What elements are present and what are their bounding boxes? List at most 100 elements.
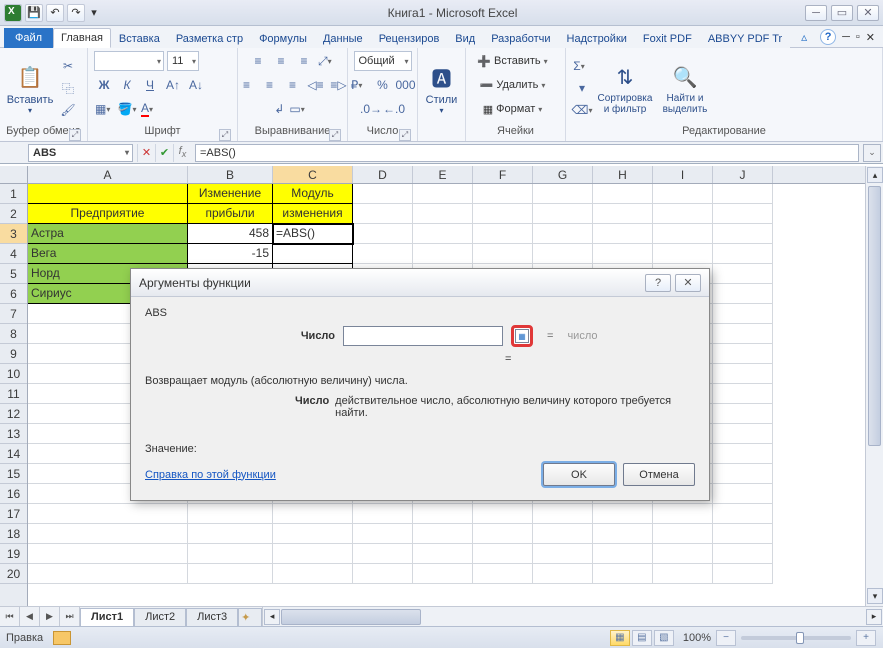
- sheet-tab-1[interactable]: Лист1: [80, 608, 134, 626]
- cell-B20[interactable]: [188, 564, 273, 584]
- view-pagebreak-button[interactable]: ▧: [654, 630, 674, 646]
- cell-J1[interactable]: [713, 184, 773, 204]
- percent-button[interactable]: %: [373, 75, 393, 95]
- tab-pagelayout[interactable]: Разметка стр: [168, 29, 251, 48]
- delete-cells-button[interactable]: ➖Удалить▾: [476, 75, 556, 95]
- cell-D19[interactable]: [353, 544, 413, 564]
- merge-cells[interactable]: ▭▾: [288, 99, 311, 119]
- tab-data[interactable]: Данные: [315, 29, 371, 48]
- sheet-nav-last[interactable]: ⏭: [60, 607, 80, 626]
- cell-E18[interactable]: [413, 524, 473, 544]
- minimize-button[interactable]: ─: [805, 5, 827, 21]
- column-header-B[interactable]: B: [188, 166, 273, 183]
- close-button[interactable]: ✕: [857, 5, 879, 21]
- cell-H19[interactable]: [593, 544, 653, 564]
- zoom-out-button[interactable]: −: [716, 630, 736, 646]
- cell-E4[interactable]: [413, 244, 473, 264]
- cell-J8[interactable]: [713, 324, 773, 344]
- cell-B18[interactable]: [188, 524, 273, 544]
- clipboard-launcher[interactable]: ⤢: [69, 129, 81, 141]
- styles-button[interactable]: 🅰 Стили ▾: [424, 55, 459, 121]
- cell-J7[interactable]: [713, 304, 773, 324]
- cell-H18[interactable]: [593, 524, 653, 544]
- orientation[interactable]: ⤢▾: [317, 51, 337, 71]
- cell-A4[interactable]: Вега: [28, 244, 188, 264]
- cell-J14[interactable]: [713, 444, 773, 464]
- cell-F3[interactable]: [473, 224, 533, 244]
- cell-B4[interactable]: -15: [188, 244, 273, 264]
- autosum-button[interactable]: Σ▾: [572, 56, 592, 76]
- dialog-close-button[interactable]: ✕: [675, 274, 701, 292]
- row-header-1[interactable]: 1: [0, 184, 27, 204]
- column-header-D[interactable]: D: [353, 166, 413, 183]
- row-header-11[interactable]: 11: [0, 384, 27, 404]
- tab-developer[interactable]: Разработчи: [483, 29, 558, 48]
- shrink-font-button[interactable]: A↓: [186, 75, 206, 95]
- fill-color-button[interactable]: 🪣▾: [117, 99, 137, 119]
- increase-indent[interactable]: ≡▷: [329, 75, 349, 95]
- find-select-button[interactable]: 🔍 Найти и выделить: [658, 55, 712, 121]
- font-size-combo[interactable]: 11: [167, 51, 199, 71]
- zoom-slider[interactable]: [741, 636, 851, 640]
- cell-J2[interactable]: [713, 204, 773, 224]
- cell-B17[interactable]: [188, 504, 273, 524]
- cell-I19[interactable]: [653, 544, 713, 564]
- cell-C20[interactable]: [273, 564, 353, 584]
- dialog-arg-input[interactable]: [343, 326, 503, 346]
- comma-button[interactable]: 000: [396, 75, 416, 95]
- align-middle[interactable]: ≡: [271, 51, 291, 71]
- cell-G19[interactable]: [533, 544, 593, 564]
- tab-foxit[interactable]: Foxit PDF: [635, 29, 700, 48]
- name-box[interactable]: ABS: [28, 144, 133, 162]
- increase-decimal[interactable]: .0→: [361, 99, 381, 119]
- cell-J6[interactable]: [713, 284, 773, 304]
- cell-D20[interactable]: [353, 564, 413, 584]
- dialog-titlebar[interactable]: Аргументы функции ? ✕: [131, 269, 709, 297]
- dialog-ok-button[interactable]: OK: [543, 463, 615, 486]
- align-right[interactable]: ≡: [283, 75, 303, 95]
- row-header-17[interactable]: 17: [0, 504, 27, 524]
- cell-B2[interactable]: прибыли: [188, 204, 273, 224]
- horizontal-scrollbar[interactable]: ◂ ▸: [262, 607, 883, 626]
- font-launcher[interactable]: ⤢: [219, 129, 231, 141]
- cell-J16[interactable]: [713, 484, 773, 504]
- redo-button[interactable]: ↷: [67, 4, 85, 22]
- cell-H17[interactable]: [593, 504, 653, 524]
- align-bottom[interactable]: ≡: [294, 51, 314, 71]
- cell-J15[interactable]: [713, 464, 773, 484]
- column-header-H[interactable]: H: [593, 166, 653, 183]
- mdi-minimize[interactable]: ─: [842, 31, 850, 43]
- dialog-help-link[interactable]: Справка по этой функции: [145, 469, 276, 481]
- cell-J9[interactable]: [713, 344, 773, 364]
- cell-I3[interactable]: [653, 224, 713, 244]
- align-center[interactable]: ≡: [260, 75, 280, 95]
- cell-B1[interactable]: Изменение: [188, 184, 273, 204]
- cell-I4[interactable]: [653, 244, 713, 264]
- cell-E20[interactable]: [413, 564, 473, 584]
- tab-review[interactable]: Рецензиров: [371, 29, 448, 48]
- insert-function-button[interactable]: fx: [173, 144, 191, 162]
- format-cells-button[interactable]: ▦Формат▾: [479, 99, 552, 119]
- view-pagelayout-button[interactable]: ▤: [632, 630, 652, 646]
- sheet-tab-3[interactable]: Лист3: [186, 608, 238, 626]
- cell-E3[interactable]: [413, 224, 473, 244]
- row-header-3[interactable]: 3: [0, 224, 27, 244]
- cell-D2[interactable]: [353, 204, 413, 224]
- view-normal-button[interactable]: ▦: [610, 630, 630, 646]
- cell-J11[interactable]: [713, 384, 773, 404]
- cell-J20[interactable]: [713, 564, 773, 584]
- row-header-19[interactable]: 19: [0, 544, 27, 564]
- cell-A2[interactable]: Предприятие: [28, 204, 188, 224]
- tab-insert[interactable]: Вставка: [111, 29, 168, 48]
- cell-B19[interactable]: [188, 544, 273, 564]
- format-painter-button[interactable]: 🖌: [58, 100, 78, 120]
- number-format-combo[interactable]: Общий: [354, 51, 412, 71]
- cell-J18[interactable]: [713, 524, 773, 544]
- help-button[interactable]: ?: [820, 29, 836, 45]
- row-header-5[interactable]: 5: [0, 264, 27, 284]
- column-header-C[interactable]: C: [273, 166, 353, 183]
- cell-F2[interactable]: [473, 204, 533, 224]
- align-top[interactable]: ≡: [248, 51, 268, 71]
- cell-C4[interactable]: [273, 244, 353, 264]
- mdi-close[interactable]: ✕: [866, 31, 875, 44]
